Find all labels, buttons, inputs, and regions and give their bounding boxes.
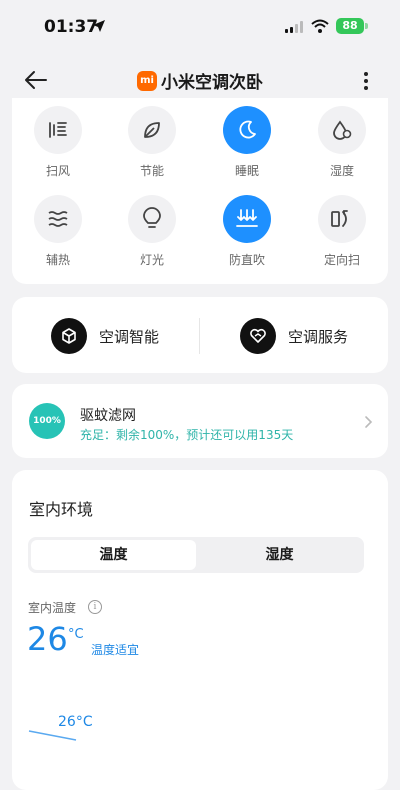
battery-indicator: 88 xyxy=(336,18,364,34)
mode-label: 节能 xyxy=(139,164,164,178)
mode-label: 灯光 xyxy=(139,253,164,267)
mi-logo-icon: mi xyxy=(137,70,157,91)
temperature-trend-line xyxy=(28,730,77,741)
heart-icon xyxy=(240,318,276,354)
mode-sweep-wind[interactable]: 扫风 xyxy=(18,106,98,179)
temp-status: 温度适宜 xyxy=(91,643,140,657)
temp-unit: °C xyxy=(68,627,84,642)
mode-label: 睡眠 xyxy=(234,164,259,178)
bulb-icon xyxy=(128,195,176,243)
anti-direct-blow-icon xyxy=(223,195,271,243)
tab-humidity[interactable]: 湿度 xyxy=(197,540,362,570)
filter-card[interactable] xyxy=(12,384,388,458)
page-title-bar: mi 小米空调次卧 xyxy=(0,68,400,93)
cube-icon xyxy=(51,318,87,354)
mode-energy-saving[interactable]: 节能 xyxy=(112,106,192,179)
ac-service-label: 空调服务 xyxy=(288,327,349,346)
more-options-icon[interactable] xyxy=(358,70,374,92)
mode-directional-sweep[interactable]: 定向扫 xyxy=(302,195,382,268)
info-icon[interactable]: i xyxy=(88,600,102,614)
sweep-wind-icon xyxy=(34,106,82,154)
status-time: 01:37 xyxy=(44,17,99,37)
directional-sweep-icon xyxy=(318,195,366,243)
filter-percentage-badge: 100% xyxy=(29,403,65,439)
page-title: 小米空调次卧 xyxy=(161,73,263,93)
environment-title: 室内环境 xyxy=(29,500,94,519)
services-divider xyxy=(199,318,200,354)
ac-service-button[interactable]: 空调服务 xyxy=(240,318,348,354)
indoor-temp-label: 室内温度 xyxy=(28,601,77,615)
cellular-signal-icon xyxy=(285,21,303,33)
humidity-drop-icon xyxy=(318,106,366,154)
mode-label: 扫风 xyxy=(45,164,70,178)
mode-humidity[interactable]: 湿度 xyxy=(302,106,382,179)
indoor-temp-value: 26 xyxy=(27,620,68,658)
mode-label: 辅热 xyxy=(45,253,70,267)
mode-sleep[interactable]: 睡眠 xyxy=(207,106,287,179)
tab-temperature[interactable]: 温度 xyxy=(31,540,196,570)
mode-aux-heat[interactable]: 辅热 xyxy=(18,195,98,268)
mode-light[interactable]: 灯光 xyxy=(112,195,192,268)
leaf-icon xyxy=(128,106,176,154)
filter-status: 充足：剩余100%，预计还可以用135天 xyxy=(80,428,294,442)
moon-icon xyxy=(223,106,271,154)
mode-label: 防直吹 xyxy=(228,253,265,267)
chevron-right-icon[interactable] xyxy=(364,415,374,429)
location-arrow-icon xyxy=(93,20,105,32)
ac-smart-label: 空调智能 xyxy=(99,327,160,346)
wifi-icon xyxy=(311,19,329,33)
ac-smart-button[interactable]: 空调智能 xyxy=(51,318,159,354)
battery-tip xyxy=(365,23,368,29)
mode-label: 湿度 xyxy=(329,164,354,178)
mode-label: 定向扫 xyxy=(323,253,360,267)
filter-title: 驱蚊滤网 xyxy=(80,408,136,424)
mode-anti-direct-blow[interactable]: 防直吹 xyxy=(207,195,287,268)
aux-heat-icon xyxy=(34,195,82,243)
